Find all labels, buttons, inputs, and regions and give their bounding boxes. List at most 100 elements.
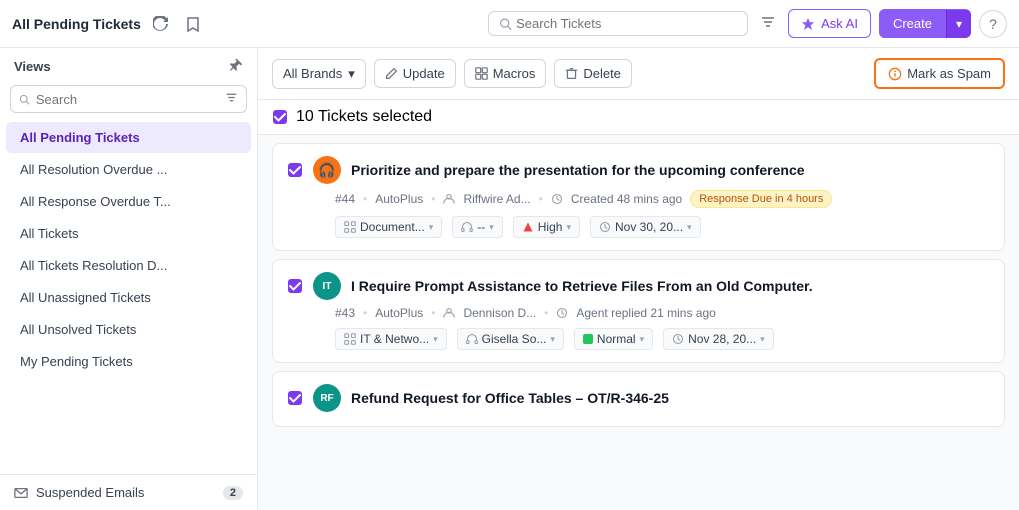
ticket-1-tag-priority[interactable]: High ▾ bbox=[513, 216, 580, 238]
brands-label: All Brands bbox=[283, 66, 342, 81]
sidebar-filter-button[interactable] bbox=[225, 91, 238, 107]
suspended-emails-item[interactable]: Suspended Emails bbox=[14, 485, 144, 500]
ticket-2-tag-priority[interactable]: Normal ▾ bbox=[574, 328, 653, 350]
sidebar-item[interactable]: All Tickets Resolution D... bbox=[6, 250, 251, 281]
main-layout: Views All Pending Tick bbox=[0, 48, 1019, 510]
mark-as-spam-button[interactable]: Mark as Spam bbox=[874, 58, 1005, 89]
sidebar-filter-icon bbox=[225, 91, 238, 104]
delete-label: Delete bbox=[583, 66, 621, 81]
pin-icon bbox=[229, 58, 243, 72]
ticket-2-tags: IT & Netwo... ▾ Gisella So... ▾ Normal ▾ bbox=[335, 328, 990, 350]
filter-icon bbox=[760, 14, 776, 30]
help-icon: ? bbox=[989, 16, 997, 32]
macros-label: Macros bbox=[493, 66, 536, 81]
ticket-1-tag-document[interactable]: Document... ▾ bbox=[335, 216, 442, 238]
ticket-2-tag-agent[interactable]: Gisella So... ▾ bbox=[457, 328, 564, 350]
search-tickets-input[interactable] bbox=[516, 16, 737, 31]
suspended-emails-badge: 2 bbox=[223, 486, 243, 500]
sidebar-item[interactable]: All Response Overdue T... bbox=[6, 186, 251, 217]
create-btn-group: Create ▾ bbox=[879, 9, 971, 38]
ticket-2-tag-date[interactable]: Nov 28, 20... ▾ bbox=[663, 328, 774, 350]
priority-high-icon bbox=[522, 221, 534, 233]
search-bar-wrap bbox=[488, 11, 748, 36]
ticket-1-priority-label: High bbox=[538, 220, 563, 234]
sidebar-search-input[interactable] bbox=[36, 92, 219, 107]
create-main-button[interactable]: Create bbox=[879, 9, 946, 38]
bookmark-icon bbox=[185, 16, 201, 32]
ticket-1-clock-icon bbox=[551, 193, 563, 205]
ticket-2-user-icon bbox=[443, 307, 455, 319]
ticket-3-checkbox[interactable] bbox=[287, 390, 303, 406]
refresh-button[interactable] bbox=[149, 12, 173, 36]
sidebar-item[interactable]: All Resolution Overdue ... bbox=[6, 154, 251, 185]
ask-ai-button[interactable]: Ask AI bbox=[788, 9, 871, 38]
refresh-icon bbox=[153, 16, 169, 32]
ticket-header-3: RF Refund Request for Office Tables – OT… bbox=[287, 384, 990, 412]
sidebar: Views All Pending Tick bbox=[0, 48, 258, 510]
ticket-3-avatar: RF bbox=[313, 384, 341, 412]
create-dropdown-button[interactable]: ▾ bbox=[946, 10, 971, 38]
brands-dropdown[interactable]: All Brands ▾ bbox=[272, 59, 366, 89]
update-button[interactable]: Update bbox=[374, 59, 456, 88]
edit-icon bbox=[385, 67, 398, 80]
sidebar-footer: Suspended Emails 2 bbox=[0, 474, 257, 510]
headphones-icon bbox=[461, 221, 473, 233]
ticket-2-agent-label: Gisella So... bbox=[482, 332, 547, 346]
ticket-1-tags: Document... ▾ -- ▾ High ▾ bbox=[335, 216, 990, 238]
chevron-icon-3: ▾ bbox=[566, 222, 571, 233]
ticket-header-2: IT I Require Prompt Assistance to Retrie… bbox=[287, 272, 990, 300]
chevron-icon: ▾ bbox=[429, 222, 434, 233]
bookmark-button[interactable] bbox=[181, 12, 205, 36]
ticket-1-title: Prioritize and prepare the presentation … bbox=[351, 162, 990, 178]
ticket-1-tag-agent[interactable]: -- ▾ bbox=[452, 216, 503, 238]
sidebar-item[interactable]: My Pending Tickets bbox=[6, 346, 251, 377]
ticket-2-checkbox[interactable] bbox=[287, 278, 303, 294]
sidebar-item[interactable]: All Unassigned Tickets bbox=[6, 282, 251, 313]
info-icon bbox=[888, 67, 902, 81]
ticket-1-time: Created 48 mins ago bbox=[571, 192, 682, 206]
ticket-1-avatar: 🎧 bbox=[313, 156, 341, 184]
selected-count-text: 10 Tickets selected bbox=[296, 108, 432, 126]
filter-button[interactable] bbox=[756, 10, 780, 37]
chevron-icon-5: ▾ bbox=[433, 334, 438, 345]
sidebar-pin-button[interactable] bbox=[229, 58, 243, 75]
ticket-card-3: RF Refund Request for Office Tables – OT… bbox=[272, 371, 1005, 427]
ticket-2-avatar: IT bbox=[313, 272, 341, 300]
priority-normal-dot bbox=[583, 334, 593, 344]
mail-icon bbox=[14, 486, 28, 500]
grid-icon bbox=[344, 221, 356, 233]
clock-tag-icon-2 bbox=[672, 333, 684, 345]
sidebar-search-icon bbox=[19, 93, 30, 106]
ticket-3-title: Refund Request for Office Tables – OT/R-… bbox=[351, 390, 990, 406]
sidebar-item[interactable]: All Unsolved Tickets bbox=[6, 314, 251, 345]
ticket-1-user-icon bbox=[443, 193, 455, 205]
sidebar-item[interactable]: All Pending Tickets bbox=[6, 122, 251, 153]
ticket-1-checkbox[interactable] bbox=[287, 162, 303, 178]
ticket-1-num: #44 bbox=[335, 192, 355, 206]
grid-icon-2 bbox=[344, 333, 356, 345]
delete-button[interactable]: Delete bbox=[554, 59, 632, 88]
ticket-card: 🎧 Prioritize and prepare the presentatio… bbox=[272, 143, 1005, 251]
chevron-icon-4: ▾ bbox=[687, 222, 692, 233]
ticket-2-meta: #43 • AutoPlus • Dennison D... • Agent r… bbox=[335, 306, 990, 320]
macros-icon bbox=[475, 67, 488, 80]
ticket-2-brand: AutoPlus bbox=[375, 306, 423, 320]
ticket-1-meta: #44 • AutoPlus • Riffwire Ad... • Create… bbox=[335, 190, 990, 208]
ticket-2-tag-dept[interactable]: IT & Netwo... ▾ bbox=[335, 328, 447, 350]
ask-ai-label: Ask AI bbox=[821, 16, 858, 31]
ticket-2-priority-label: Normal bbox=[597, 332, 636, 346]
search-nav-icon bbox=[499, 17, 512, 31]
ticket-1-tag-doc-label: Document... bbox=[360, 220, 425, 234]
macros-button[interactable]: Macros bbox=[464, 59, 547, 88]
ticket-1-tag-date[interactable]: Nov 30, 20... ▾ bbox=[590, 216, 701, 238]
trash-icon bbox=[565, 67, 578, 80]
chevron-icon-2: ▾ bbox=[489, 222, 494, 233]
help-button[interactable]: ? bbox=[979, 10, 1007, 38]
nav-title: All Pending Tickets bbox=[12, 16, 141, 32]
headphones-icon-2 bbox=[466, 333, 478, 345]
sidebar-search-wrap bbox=[10, 85, 247, 113]
ticket-1-brand: AutoPlus bbox=[375, 192, 423, 206]
sidebar-items: All Pending TicketsAll Resolution Overdu… bbox=[0, 121, 257, 474]
sidebar-item[interactable]: All Tickets bbox=[6, 218, 251, 249]
ticket-1-assignee: Riffwire Ad... bbox=[463, 192, 530, 206]
